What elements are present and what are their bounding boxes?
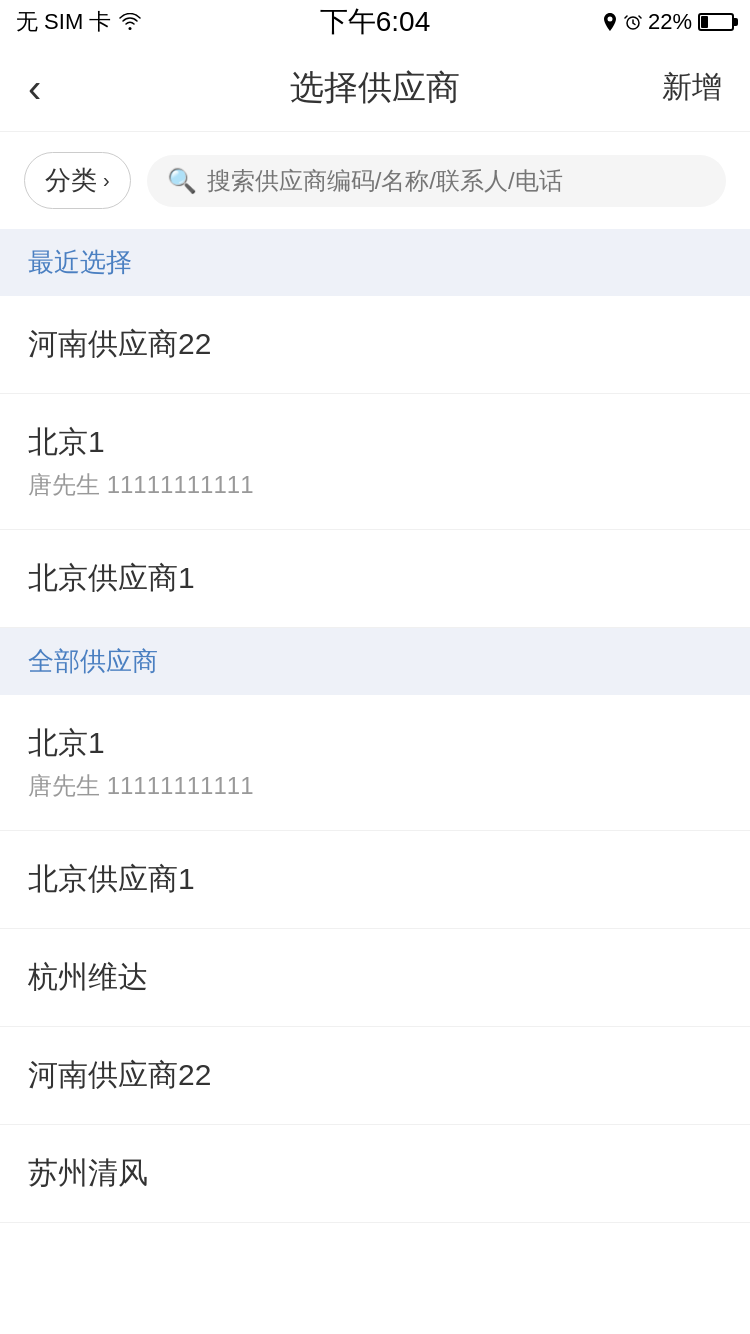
status-left: 无 SIM 卡 [16, 7, 141, 37]
list-item[interactable]: 苏州清风 [0, 1125, 750, 1223]
list-item[interactable]: 北京1 唐先生 11111111111 [0, 394, 750, 530]
search-input[interactable] [207, 167, 706, 195]
all-list: 北京1 唐先生 11111111111 北京供应商1 杭州维达河南供应商22 苏州清风 [0, 695, 750, 1223]
alarm-icon [624, 13, 642, 31]
item-sub: 唐先生 11111111111 [28, 770, 722, 802]
status-time: 下午6:04 [320, 3, 431, 41]
battery-icon [698, 13, 734, 31]
item-sub: 唐先生 11111111111 [28, 469, 722, 501]
list-item[interactable]: 北京供应商1 [0, 831, 750, 929]
recent-section-header: 最近选择 [0, 229, 750, 296]
nav-bar: ‹ 选择供应商 新增 [0, 44, 750, 132]
back-button[interactable]: ‹ [28, 68, 41, 108]
recent-list: 河南供应商22 北京1 唐先生 11111111111 北京供应商1 [0, 296, 750, 628]
item-name: 北京供应商1 [28, 859, 722, 900]
item-name: 河南供应商22 [28, 1055, 722, 1096]
list-item[interactable]: 北京1 唐先生 11111111111 [0, 695, 750, 831]
item-name: 河南供应商22 [28, 324, 722, 365]
category-label: 分类 [45, 163, 97, 198]
location-icon [602, 13, 618, 31]
item-name: 北京供应商1 [28, 558, 722, 599]
item-name: 北京1 [28, 422, 722, 463]
page-title: 选择供应商 [290, 65, 460, 111]
chevron-right-icon: › [103, 169, 110, 192]
item-name: 杭州维达 [28, 957, 722, 998]
battery-percent: 22% [648, 9, 692, 35]
recent-section-label: 最近选择 [28, 247, 132, 277]
filter-bar: 分类 › 🔍 [0, 132, 750, 229]
list-item[interactable]: 北京供应商1 [0, 530, 750, 628]
search-icon: 🔍 [167, 167, 197, 195]
list-item[interactable]: 河南供应商22 [0, 1027, 750, 1125]
wifi-icon [119, 13, 141, 31]
all-section-label: 全部供应商 [28, 646, 158, 676]
category-filter-button[interactable]: 分类 › [24, 152, 131, 209]
list-item[interactable]: 杭州维达 [0, 929, 750, 1027]
item-name: 苏州清风 [28, 1153, 722, 1194]
carrier-text: 无 SIM 卡 [16, 7, 111, 37]
status-right: 22% [602, 9, 734, 35]
status-bar: 无 SIM 卡 下午6:04 22% [0, 0, 750, 44]
all-section-header: 全部供应商 [0, 628, 750, 695]
search-box[interactable]: 🔍 [147, 155, 726, 207]
list-item[interactable]: 河南供应商22 [0, 296, 750, 394]
add-button[interactable]: 新增 [662, 67, 722, 108]
item-name: 北京1 [28, 723, 722, 764]
